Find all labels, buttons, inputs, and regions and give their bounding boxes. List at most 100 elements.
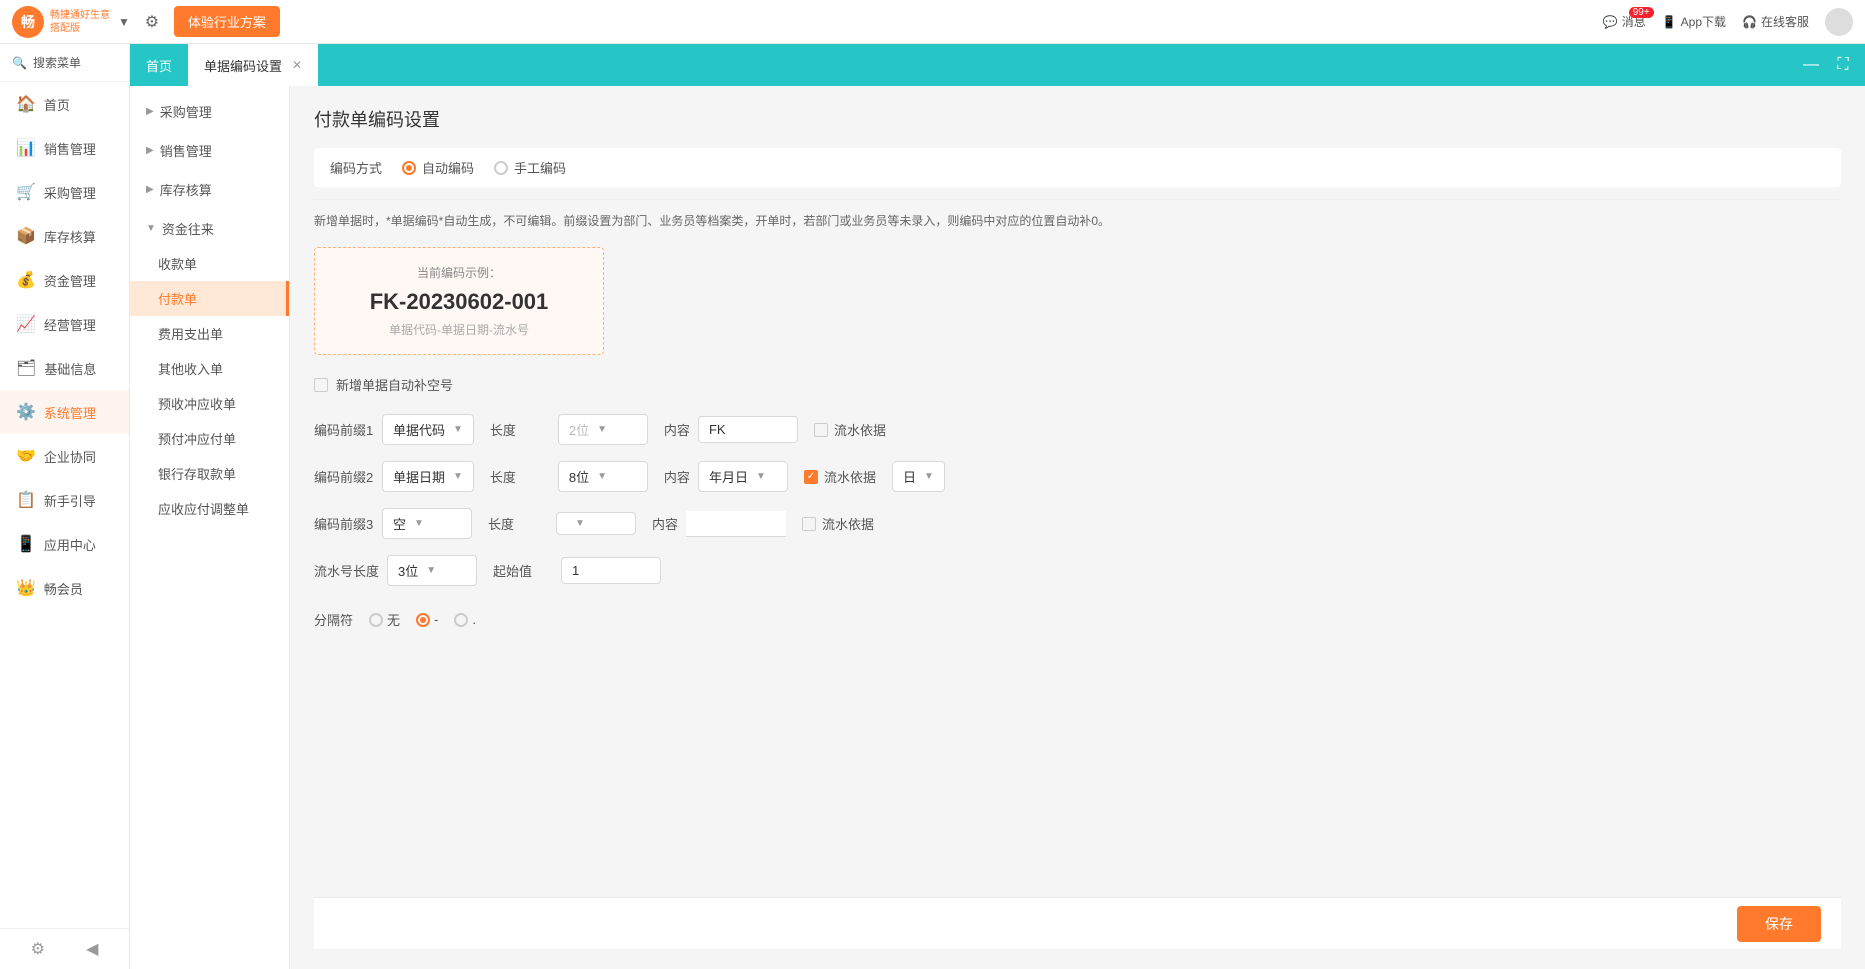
sub-menu-item-payment[interactable]: 付款单 [130, 281, 289, 316]
header-dropdown[interactable]: ▼ [118, 15, 130, 29]
sidebar-search[interactable]: 🔍 搜索菜单 [0, 44, 129, 82]
serial-length-value: 3位 [398, 561, 418, 580]
separator-none-label: 无 [387, 610, 400, 629]
sub-menu-item-advance-receive[interactable]: 预收冲应收单 [130, 386, 289, 421]
separator-dash-radio[interactable]: - [416, 612, 438, 627]
prefix2-stream-checkbox[interactable]: ✓ [804, 470, 818, 484]
sidebar-item-guide[interactable]: 📋 新手引导 [0, 478, 129, 522]
trial-button[interactable]: 体验行业方案 [174, 6, 280, 37]
prefix2-group: 编码前缀2 单据日期 ▼ [314, 461, 474, 492]
serial-start-group: 起始值 [493, 557, 661, 584]
avatar[interactable] [1825, 8, 1853, 36]
sidebar-item-basic[interactable]: 🗂 基础信息 [0, 346, 129, 390]
prefix3-select[interactable]: 空 ▼ [382, 508, 472, 539]
prefix2-content-select[interactable]: 年月日 ▼ [698, 461, 788, 492]
tab-encoding[interactable]: 单据编码设置 ✕ [188, 44, 318, 86]
sidebar-item-system[interactable]: ⚙️ 系统管理 [0, 390, 129, 434]
sidebar-item-finance[interactable]: 💰 资金管理 [0, 258, 129, 302]
app-center-icon: 📱 [16, 534, 36, 554]
separator-none-radio[interactable]: 无 [369, 610, 400, 629]
app-download-button[interactable]: 📱 App下载 [1662, 13, 1726, 30]
sidebar-item-app[interactable]: 📱 应用中心 [0, 522, 129, 566]
sub-menu-item-receipt[interactable]: 收款单 [130, 246, 289, 281]
sub-menu-item-adjustment[interactable]: 应收应付调整单 [130, 491, 289, 526]
sub-menu-expense-label: 费用支出单 [158, 327, 223, 342]
auto-fill-checkbox[interactable] [314, 378, 328, 392]
sidebar-item-operation-label: 经营管理 [44, 315, 96, 334]
sidebar-bottom: ⚙ ◀ [0, 928, 129, 969]
sidebar-item-sales[interactable]: 📊 销售管理 [0, 126, 129, 170]
purchase-icon: 🛒 [16, 182, 36, 202]
message-button[interactable]: 💬 消息 99+ [1603, 13, 1646, 30]
cooperation-icon: 🤝 [16, 446, 36, 466]
prefix2-select[interactable]: 单据日期 ▼ [382, 461, 474, 492]
coding-method-radio-group: 自动编码 手工编码 [402, 158, 566, 177]
prefix2-date-unit-select[interactable]: 日 ▼ [892, 461, 945, 492]
prefix1-select[interactable]: 单据代码 ▼ [382, 414, 474, 445]
prefix3-chevron-icon: ▼ [414, 518, 424, 529]
gear-button[interactable]: ⚙ [138, 8, 166, 36]
arrow-right-icon-inventory: ▶ [146, 184, 154, 195]
prefix3-stream-checkbox[interactable] [802, 517, 816, 531]
sub-menu-header-purchase[interactable]: ▶ 采购管理 [130, 94, 289, 129]
sidebar-item-guide-label: 新手引导 [44, 491, 96, 510]
manual-code-radio-dot [494, 161, 508, 175]
tab-home[interactable]: 首页 [130, 44, 188, 86]
sub-menu-item-bank[interactable]: 银行存取款单 [130, 456, 289, 491]
sub-menu-header-sales[interactable]: ▶ 销售管理 [130, 133, 289, 168]
serial-start-input[interactable] [561, 557, 661, 584]
tab-minimize-icon[interactable]: — [1797, 51, 1825, 79]
app-label: App下载 [1681, 13, 1726, 30]
prefix1-length-select[interactable]: 2位 ▼ [558, 414, 648, 445]
sidebar-item-purchase[interactable]: 🛒 采购管理 [0, 170, 129, 214]
sub-menu-header-inventory[interactable]: ▶ 库存核算 [130, 172, 289, 207]
separator-label: 分隔符 [314, 610, 353, 629]
auto-code-radio[interactable]: 自动编码 [402, 158, 474, 177]
prefix1-content-input[interactable] [698, 416, 798, 443]
top-header: 畅 畅捷通好生意 搭配版 ▼ ⚙ 体验行业方案 💬 消息 99+ 📱 App下载… [0, 0, 1865, 44]
bottom-bar: 保存 [314, 897, 1841, 949]
serial-length-select[interactable]: 3位 ▼ [387, 555, 477, 586]
separator-dash-label: - [434, 612, 438, 627]
save-button[interactable]: 保存 [1737, 906, 1821, 942]
arrow-right-icon-sales: ▶ [146, 145, 154, 156]
operation-icon: 📈 [16, 314, 36, 334]
sidebar-item-operation[interactable]: 📈 经营管理 [0, 302, 129, 346]
prefix2-date-unit-chevron-icon: ▼ [924, 471, 934, 482]
prefix3-length-select[interactable]: ▼ [556, 512, 636, 535]
prefix2-length-select[interactable]: 8位 ▼ [558, 461, 648, 492]
sidebar-item-inventory[interactable]: 📦 库存核算 [0, 214, 129, 258]
separator-dot-radio[interactable]: . [454, 612, 476, 627]
prefix2-date-unit-value: 日 [903, 467, 916, 486]
sidebar-item-system-label: 系统管理 [44, 403, 96, 422]
manual-code-radio[interactable]: 手工编码 [494, 158, 566, 177]
tab-expand-icon[interactable]: ⛶ [1829, 51, 1857, 79]
prefix1-stream-checkbox[interactable] [814, 423, 828, 437]
sidebar-item-home[interactable]: 🏠 首页 [0, 82, 129, 126]
sub-menu-advance-pay-label: 预付冲应付单 [158, 432, 236, 447]
sub-menu-item-other-income[interactable]: 其他收入单 [130, 351, 289, 386]
sidebar-item-cooperation[interactable]: 🤝 企业协同 [0, 434, 129, 478]
spacer [314, 629, 1841, 897]
prefix2-chevron-icon: ▼ [453, 471, 463, 482]
prefix2-content-value: 年月日 [709, 467, 748, 486]
tab-close-icon[interactable]: ✕ [292, 58, 302, 72]
prefix1-group: 编码前缀1 单据代码 ▼ [314, 414, 474, 445]
settings-bottom-icon[interactable]: ⚙ [31, 939, 45, 959]
sub-menu-header-funds[interactable]: ▼ 资金往来 [130, 211, 289, 246]
prefix2-length-chevron-icon: ▼ [597, 471, 607, 482]
tab-encoding-label: 单据编码设置 [204, 56, 282, 75]
collapse-icon[interactable]: ◀ [86, 939, 98, 959]
sub-menu-item-advance-pay[interactable]: 预付冲应付单 [130, 421, 289, 456]
sub-menu-item-expense[interactable]: 费用支出单 [130, 316, 289, 351]
prefix2-content-chevron-icon: ▼ [756, 471, 766, 482]
prefix1-label: 编码前缀1 [314, 420, 374, 439]
finance-icon: 💰 [16, 270, 36, 290]
online-service-button[interactable]: 🎧 在线客服 [1742, 13, 1809, 30]
sidebar-item-inventory-label: 库存核算 [44, 227, 96, 246]
prefix3-content-input[interactable] [686, 511, 786, 537]
sidebar-item-member[interactable]: 👑 畅会员 [0, 566, 129, 610]
prefix2-select-value: 单据日期 [393, 467, 445, 486]
code-preview-label: 当前编码示例： [335, 264, 583, 281]
sidebar-item-basic-label: 基础信息 [44, 359, 96, 378]
